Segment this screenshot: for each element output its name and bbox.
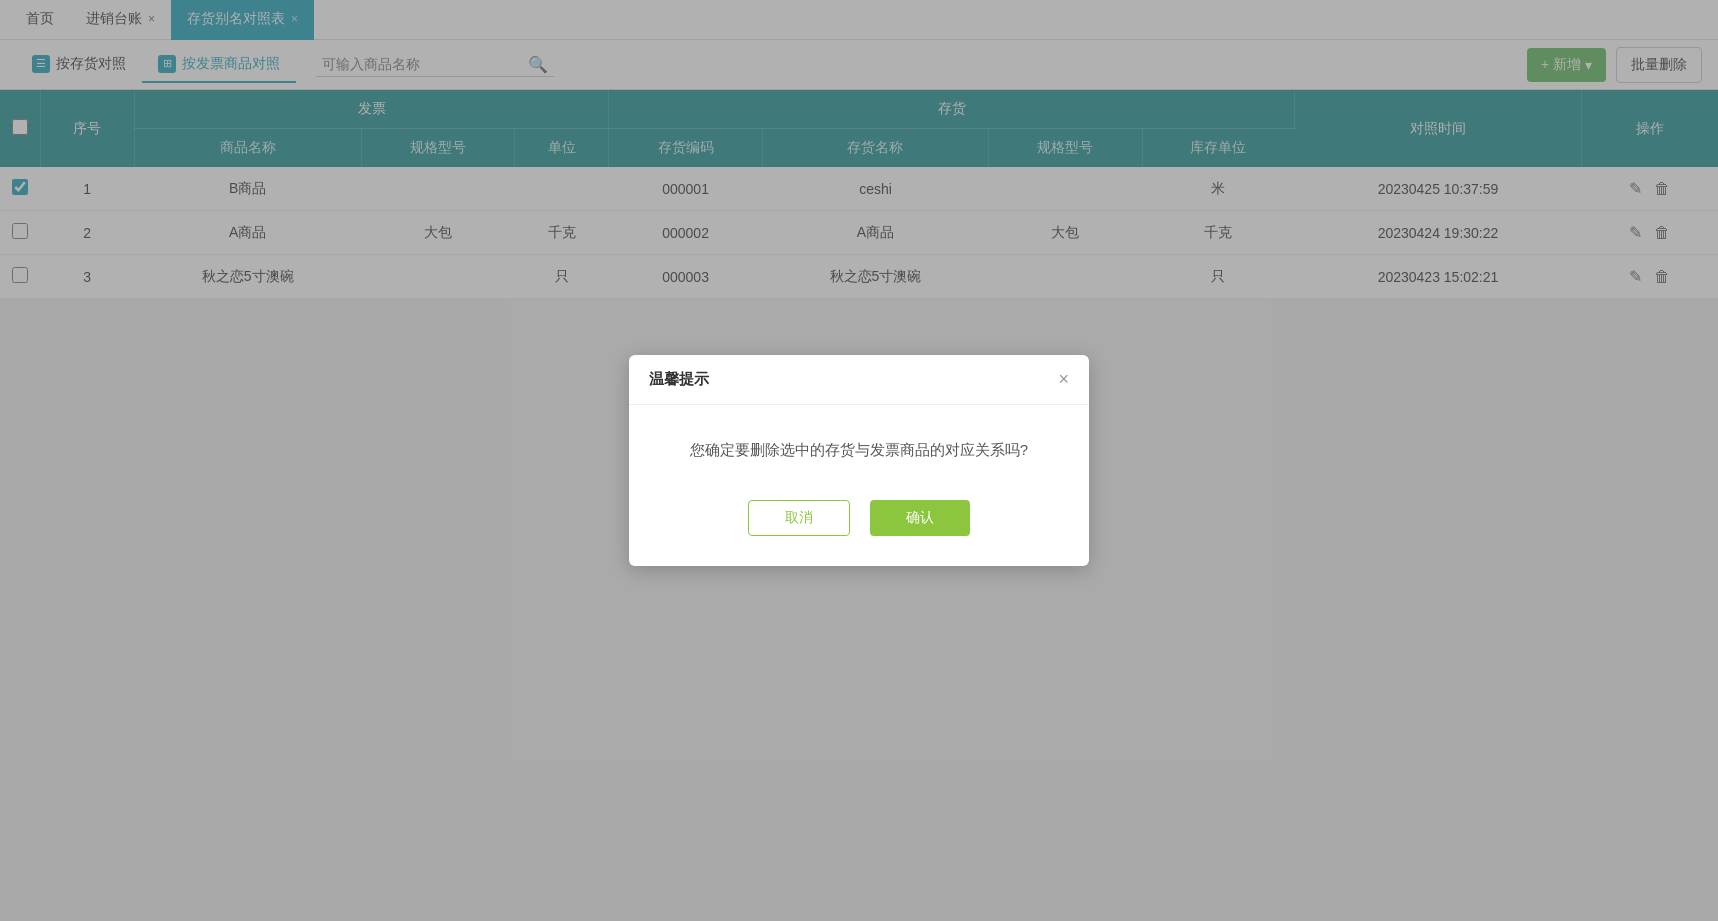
dialog-cancel-button[interactable]: 取消 — [748, 500, 850, 536]
confirm-dialog: 温馨提示 × 您确定要删除选中的存货与发票商品的对应关系吗? 取消 确认 — [629, 355, 1089, 566]
dialog-close-button[interactable]: × — [1058, 369, 1069, 390]
modal-overlay: 温馨提示 × 您确定要删除选中的存货与发票商品的对应关系吗? 取消 确认 — [0, 0, 1718, 921]
dialog-title: 温馨提示 — [649, 370, 709, 389]
dialog-message: 您确定要删除选中的存货与发票商品的对应关系吗? — [690, 441, 1028, 458]
dialog-body: 您确定要删除选中的存货与发票商品的对应关系吗? — [629, 405, 1089, 480]
dialog-header: 温馨提示 × — [629, 355, 1089, 405]
dialog-footer: 取消 确认 — [629, 480, 1089, 566]
dialog-confirm-button[interactable]: 确认 — [870, 500, 970, 536]
